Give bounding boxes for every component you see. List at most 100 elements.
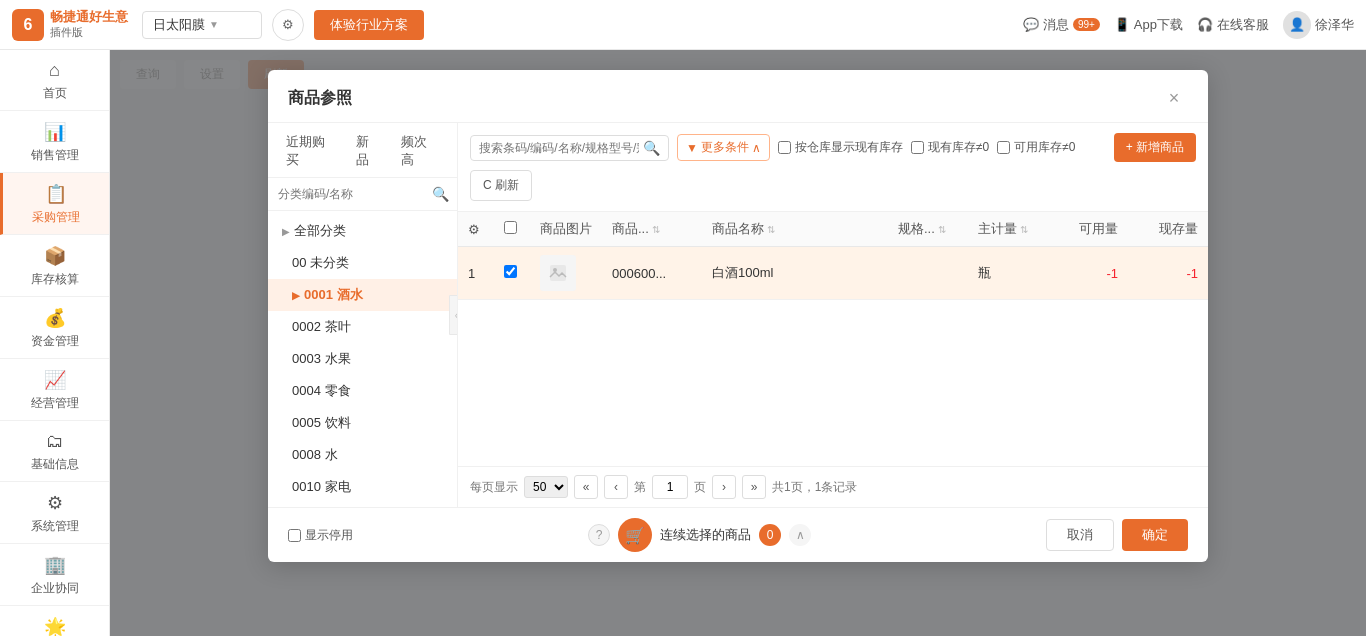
avatar: 👤 bbox=[1283, 11, 1311, 39]
cart-icon: 🛒 bbox=[618, 518, 652, 552]
sidebar-item-sales[interactable]: 📊 销售管理 bbox=[0, 111, 109, 173]
cat-water-label: 0008 水 bbox=[292, 446, 338, 464]
online-service-label: 在线客服 bbox=[1217, 16, 1269, 34]
available-filter-checkbox[interactable] bbox=[997, 141, 1010, 154]
product-code: 000600... bbox=[612, 266, 666, 281]
table-row[interactable]: 1 bbox=[458, 247, 1208, 300]
more-filter-btn[interactable]: ▼ 更多条件 ∧ bbox=[677, 134, 770, 161]
message-label: 消息 bbox=[1043, 16, 1069, 34]
cat-item-all[interactable]: ▶ 全部分类 bbox=[268, 215, 457, 247]
product-table-wrap: ⚙ 商品图片 bbox=[458, 212, 1208, 466]
store-name: 日太阳膜 bbox=[153, 16, 205, 34]
sidebar-item-system[interactable]: ⚙ 系统管理 bbox=[0, 482, 109, 544]
product-unit: 瓶 bbox=[978, 265, 991, 280]
try-industry-btn[interactable]: 体验行业方案 bbox=[314, 10, 424, 40]
warehouse-filter-checkbox[interactable] bbox=[778, 141, 791, 154]
cat-item-snack[interactable]: 0004 零食 bbox=[268, 375, 457, 407]
sidebar-item-procurement[interactable]: 📋 采购管理 bbox=[0, 173, 109, 235]
logo-text: 畅捷通好生意 bbox=[50, 9, 128, 25]
category-collapse-btn[interactable]: ‹‹ bbox=[449, 295, 458, 335]
th-spec-sort-icon: ⇅ bbox=[938, 224, 946, 235]
mobile-icon: 📱 bbox=[1114, 17, 1130, 32]
confirm-btn[interactable]: 确定 bbox=[1122, 519, 1188, 551]
user-profile[interactable]: 👤 徐泽华 bbox=[1283, 11, 1354, 39]
page-prefix-label: 第 bbox=[634, 479, 646, 496]
page-number-input[interactable] bbox=[652, 475, 688, 499]
td-check[interactable] bbox=[494, 247, 530, 300]
sidebar-business-label: 经营管理 bbox=[31, 395, 79, 412]
stock-filter-label: 现有库存≠0 bbox=[928, 139, 989, 156]
product-search-input[interactable] bbox=[479, 141, 639, 155]
row-num: 1 bbox=[468, 266, 475, 281]
sales-icon: 📊 bbox=[44, 121, 66, 143]
th-name-sort[interactable]: 商品名称 ⇅ bbox=[712, 220, 878, 238]
row-checkbox[interactable] bbox=[504, 265, 517, 278]
th-code-sort[interactable]: 商品... ⇅ bbox=[612, 220, 692, 238]
display-disabled-checkbox[interactable] bbox=[288, 529, 301, 542]
footer-center: ? 🛒 连续选择的商品 0 ∧ bbox=[363, 518, 1036, 552]
cat-item-liquor[interactable]: ▶ 0001 酒水 bbox=[268, 279, 457, 311]
sidebar-item-business[interactable]: 📈 经营管理 bbox=[0, 359, 109, 421]
last-page-btn[interactable]: » bbox=[742, 475, 766, 499]
cat-item-uncategorized[interactable]: 00 未分类 bbox=[268, 247, 457, 279]
cat-tab-frequent[interactable]: 频次高 bbox=[391, 127, 449, 177]
display-disabled-toggle[interactable]: 显示停用 bbox=[288, 527, 353, 544]
sidebar-item-guide[interactable]: 🌟 新手引导 bbox=[0, 606, 109, 636]
cancel-btn[interactable]: 取消 bbox=[1046, 519, 1114, 551]
th-settings[interactable]: ⚙ bbox=[458, 212, 494, 247]
stock-filter[interactable]: 现有库存≠0 bbox=[911, 139, 989, 156]
help-icon-btn[interactable]: ? bbox=[588, 524, 610, 546]
cat-snack-label: 0004 零食 bbox=[292, 382, 351, 400]
footer-collapse-btn[interactable]: ∧ bbox=[789, 524, 811, 546]
refresh-btn[interactable]: C 刷新 bbox=[470, 170, 532, 201]
procurement-icon: 📋 bbox=[45, 183, 67, 205]
selected-count-badge: 0 bbox=[759, 524, 781, 546]
th-checkbox bbox=[494, 212, 530, 247]
messages-btn[interactable]: 💬 消息 99+ bbox=[1023, 16, 1100, 34]
sidebar-item-enterprise[interactable]: 🏢 企业协同 bbox=[0, 544, 109, 606]
th-unit-sort[interactable]: 主计量 ⇅ bbox=[978, 220, 1038, 238]
cat-tab-new[interactable]: 新品 bbox=[346, 127, 391, 177]
modal-close-btn[interactable]: × bbox=[1160, 84, 1188, 112]
category-panel: 近期购买 新品 频次高 🔍 ‹‹ bbox=[268, 123, 458, 507]
cat-item-tea[interactable]: 0002 茶叶 bbox=[268, 311, 457, 343]
sidebar-item-basicinfo[interactable]: 🗂 基础信息 bbox=[0, 421, 109, 482]
product-reference-modal: 商品参照 × 近期购买 新品 频次高 bbox=[268, 70, 1208, 562]
sidebar-procurement-label: 采购管理 bbox=[32, 209, 80, 226]
available-filter[interactable]: 可用库存≠0 bbox=[997, 139, 1075, 156]
cat-search-input[interactable] bbox=[278, 187, 428, 201]
per-page-select[interactable]: 50 bbox=[524, 476, 568, 498]
cat-item-beverage[interactable]: 0005 饮料 bbox=[268, 407, 457, 439]
filter-arrow: ∧ bbox=[752, 141, 761, 155]
settings-btn[interactable]: ⚙ bbox=[272, 9, 304, 41]
th-code-sort-icon: ⇅ bbox=[652, 224, 660, 235]
sidebar-enterprise-label: 企业协同 bbox=[31, 580, 79, 597]
select-all-checkbox[interactable] bbox=[504, 221, 517, 234]
online-service-btn[interactable]: 🎧 在线客服 bbox=[1197, 16, 1269, 34]
td-code: 000600... bbox=[602, 247, 702, 300]
cat-tab-recent[interactable]: 近期购买 bbox=[276, 127, 346, 177]
th-img-sort[interactable]: 商品图片 bbox=[540, 220, 592, 238]
sidebar-item-home[interactable]: ⌂ 首页 bbox=[0, 50, 109, 111]
product-table: ⚙ 商品图片 bbox=[458, 212, 1208, 300]
first-page-btn[interactable]: « bbox=[574, 475, 598, 499]
cat-item-water[interactable]: 0008 水 bbox=[268, 439, 457, 471]
product-search-icon[interactable]: 🔍 bbox=[643, 140, 660, 156]
app-download-btn[interactable]: 📱 App下载 bbox=[1114, 16, 1183, 34]
sidebar-item-inventory[interactable]: 📦 库存核算 bbox=[0, 235, 109, 297]
th-unit: 主计量 ⇅ bbox=[968, 212, 1048, 247]
cat-item-appliance[interactable]: 0010 家电 bbox=[268, 471, 457, 503]
sidebar-item-finance[interactable]: 💰 资金管理 bbox=[0, 297, 109, 359]
cat-item-fruit[interactable]: 0003 水果 bbox=[268, 343, 457, 375]
store-select[interactable]: 日太阳膜 ▼ bbox=[142, 11, 262, 39]
prev-page-btn[interactable]: ‹ bbox=[604, 475, 628, 499]
th-code: 商品... ⇅ bbox=[602, 212, 702, 247]
cat-search-icon[interactable]: 🔍 bbox=[432, 186, 449, 202]
add-product-btn[interactable]: + 新增商品 bbox=[1114, 133, 1196, 162]
warehouse-filter[interactable]: 按仓库显示现有库存 bbox=[778, 139, 903, 156]
modal-title: 商品参照 bbox=[288, 88, 352, 109]
next-page-btn[interactable]: › bbox=[712, 475, 736, 499]
th-stock: 现存量 bbox=[1128, 212, 1208, 247]
th-spec-sort[interactable]: 规格... ⇅ bbox=[898, 220, 958, 238]
stock-filter-checkbox[interactable] bbox=[911, 141, 924, 154]
